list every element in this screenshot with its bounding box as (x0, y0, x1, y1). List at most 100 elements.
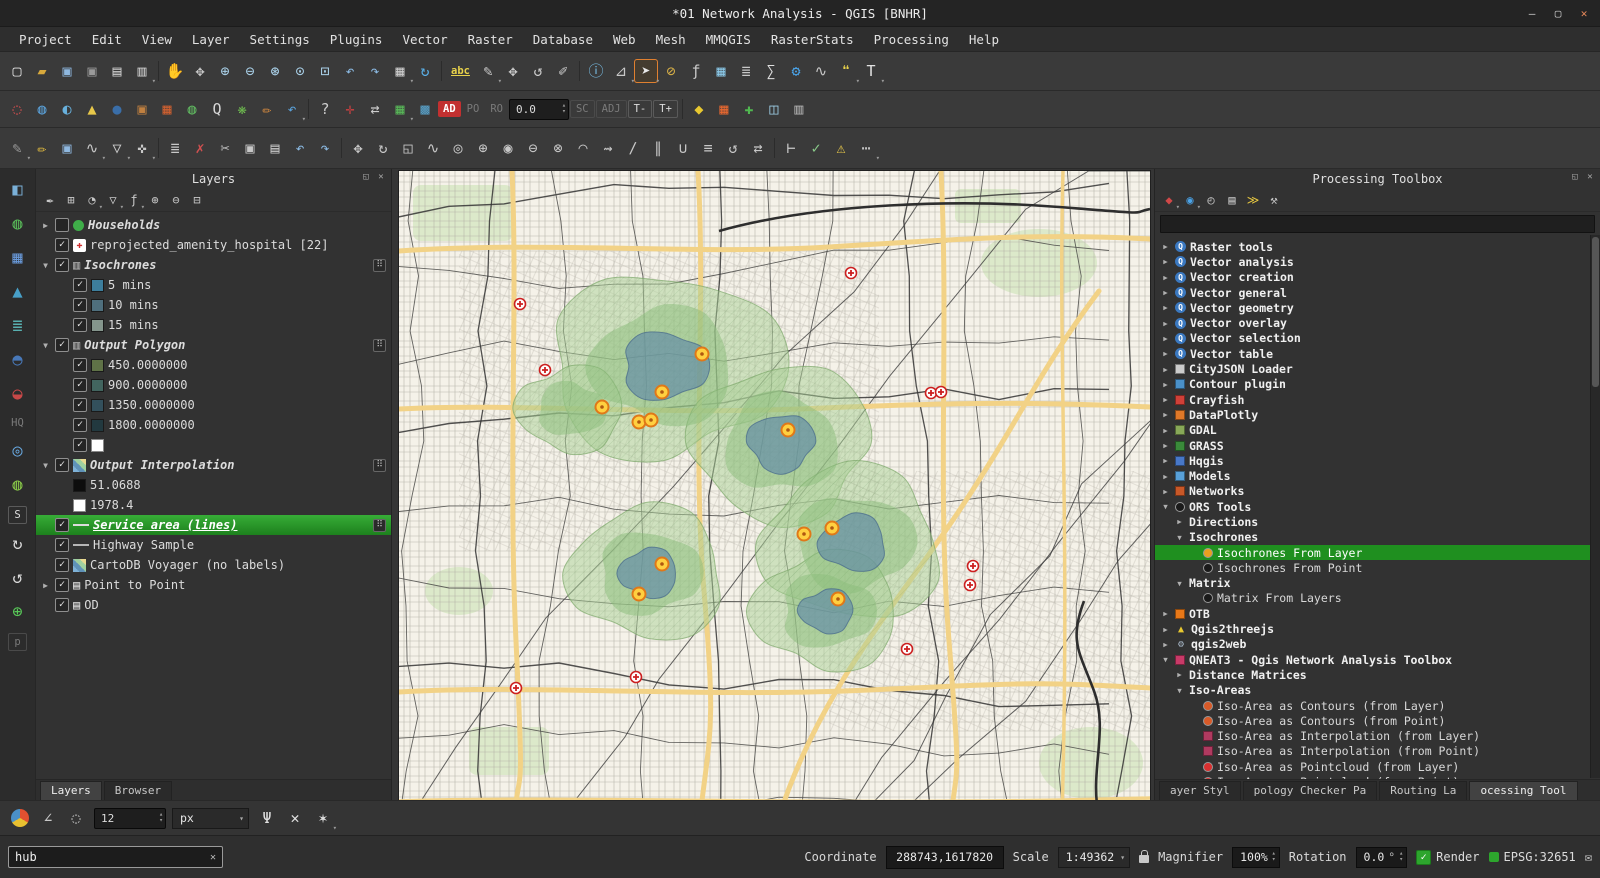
layer-visibility-checkbox[interactable]: ✓ (55, 338, 69, 352)
undo-action[interactable]: ↶ (280, 97, 304, 121)
layer-item-10-mins[interactable]: ✓10 mins (36, 295, 391, 315)
sampling-tool[interactable]: S (8, 506, 26, 524)
menu-web[interactable]: Web (604, 30, 645, 49)
add-point-feature[interactable]: ⊕ (4, 599, 31, 626)
layer-visibility-checkbox[interactable]: ✓ (55, 538, 69, 552)
expand-arrow-icon[interactable]: ▶ (1160, 472, 1171, 481)
layer-visibility-checkbox[interactable]: ✓ (73, 378, 87, 392)
copy-features[interactable]: ▣ (238, 136, 262, 160)
layer-item-isochrones[interactable]: ▼✓▥Isochrones⠿ (36, 255, 391, 275)
toolbox-group-directions[interactable]: ▶Directions (1155, 514, 1600, 529)
topology-checker[interactable]: ✓ (804, 136, 828, 160)
algorithm-iso-area-as-pointcloud-from-layer[interactable]: Iso-Area as Pointcloud (from Layer) (1155, 759, 1600, 774)
expand-arrow-icon[interactable]: ▼ (40, 341, 51, 350)
toolbox-group-otb[interactable]: ▶OTB (1155, 606, 1600, 621)
select-by-expression[interactable]: ƒ (684, 59, 708, 83)
dock-tab-ocessing-tool[interactable]: ocessing Tool (1469, 781, 1577, 800)
layer-visibility-checkbox[interactable]: ✓ (73, 398, 87, 412)
toolbox-scripts[interactable]: ◉ (1181, 191, 1199, 209)
expand-arrow-icon[interactable]: ▶ (1160, 365, 1171, 374)
toolbox-group-qgis2threejs[interactable]: ▶▲Qgis2threejs (1155, 621, 1600, 636)
panel-close-icon[interactable]: ✕ (374, 172, 388, 182)
expand-arrow-icon[interactable]: ▶ (40, 581, 51, 590)
expand-arrow-icon[interactable]: ▶ (1174, 670, 1185, 679)
plugin-manager[interactable]: ▣ (130, 97, 154, 121)
menu-mesh[interactable]: Mesh (647, 30, 695, 49)
toolbox-group-cityjson-loader[interactable]: ▶CityJSON Loader (1155, 361, 1600, 376)
quickmap-services[interactable]: ● (105, 97, 129, 121)
remove-layer[interactable]: ⊟ (188, 191, 206, 209)
modify-attributes[interactable]: ≣ (163, 136, 187, 160)
new-print-layout[interactable]: ▤ (105, 59, 129, 83)
identify-features[interactable]: ⓘ (584, 59, 608, 83)
layer-item-output-polygon[interactable]: ▼✓▥Output Polygon⠿ (36, 335, 391, 355)
zoom-full[interactable]: ⊛ (263, 59, 287, 83)
magnifier-lock-icon[interactable] (1139, 855, 1149, 863)
toolbox-models[interactable]: ◆ (1160, 191, 1178, 209)
toolbox-history[interactable]: ◴ (1202, 191, 1220, 209)
menu-database[interactable]: Database (524, 30, 602, 49)
toolbox-group-isochrones[interactable]: ▼Isochrones (1155, 530, 1600, 545)
minimize-button[interactable]: – (1522, 4, 1542, 22)
open-layer-styling[interactable]: ✒ (41, 191, 59, 209)
expand-arrow-icon[interactable]: ▶ (1160, 395, 1171, 404)
delete-selected[interactable]: ✗ (188, 136, 212, 160)
layer-item-5-mins[interactable]: ✓5 mins (36, 275, 391, 295)
locator-clear-icon[interactable]: ✕ (208, 852, 218, 863)
help-contents[interactable]: ? (313, 97, 337, 121)
menu-vector[interactable]: Vector (393, 30, 456, 49)
label-pin[interactable]: ✎ (476, 59, 500, 83)
menu-project[interactable]: Project (10, 30, 81, 49)
locator-input[interactable] (13, 849, 208, 865)
panel-close-icon[interactable]: ✕ (1583, 172, 1597, 182)
azimuth-distance[interactable]: ⇄ (363, 97, 387, 121)
measure-line[interactable]: ⊿ (609, 59, 633, 83)
panel-float-icon[interactable]: ◱ (359, 172, 373, 182)
show-layout-manager[interactable]: ▥ (130, 59, 154, 83)
toolbox-options[interactable]: ⚒ (1265, 191, 1283, 209)
expand-arrow-icon[interactable]: ▼ (40, 261, 51, 270)
new-annotation[interactable]: ❝ (834, 59, 858, 83)
layer-item-1350-0000000[interactable]: ✓1350.0000000 (36, 395, 391, 415)
toolbox-group-raster-tools[interactable]: ▶QRaster tools (1155, 239, 1600, 254)
expand-arrow-icon[interactable]: ▶ (1160, 487, 1171, 496)
zoom-last[interactable]: ↶ (338, 59, 362, 83)
unit-select[interactable]: px ▾ (172, 808, 249, 829)
spinner-arrows[interactable]: ▴▾ (159, 812, 163, 824)
save-project[interactable]: ▣ (55, 59, 79, 83)
cross-marker[interactable]: ✕ (283, 806, 307, 830)
layer-visibility-checkbox[interactable]: ✓ (73, 418, 87, 432)
toolbox-group-vector-table[interactable]: ▶QVector table (1155, 346, 1600, 361)
more-digitizing-tools[interactable]: ⋯ (854, 136, 878, 160)
toolbox-group-hqgis[interactable]: ▶Hqgis (1155, 453, 1600, 468)
layer-visibility-checkbox[interactable]: ✓ (55, 518, 69, 532)
offset-point-symbol[interactable]: ⇄ (746, 136, 770, 160)
quickosm-plugin[interactable]: ◍ (4, 472, 31, 499)
expand-arrow-icon[interactable]: ▼ (1160, 502, 1171, 511)
open-attribute-table[interactable]: ▦ (709, 59, 733, 83)
trim-extend-feature[interactable]: ⊢ (779, 136, 803, 160)
add-layer-shortcut[interactable]: ✚ (737, 97, 761, 121)
toolbox-group-vector-selection[interactable]: ▶QVector selection (1155, 331, 1600, 346)
layer-visibility-checkbox[interactable]: ✓ (73, 438, 87, 452)
expand-arrow-icon[interactable]: ▶ (1160, 456, 1171, 465)
pan-map[interactable]: ✋ (163, 59, 187, 83)
statistical-summary[interactable]: ∑ (759, 59, 783, 83)
attribute-grid[interactable]: ▦ (155, 97, 179, 121)
menu-view[interactable]: View (133, 30, 181, 49)
messages-icon[interactable]: ✉ (1585, 850, 1592, 864)
toolbox-group-matrix[interactable]: ▼Matrix (1155, 576, 1600, 591)
web-services[interactable]: ◐ (55, 97, 79, 121)
data-source-manager[interactable]: ◧ (4, 177, 31, 204)
add-ring[interactable]: ◎ (446, 136, 470, 160)
filter-by-expression[interactable]: ƒ (125, 191, 143, 209)
magnifier-spinner[interactable]: 100% ▴▾ (1232, 847, 1280, 868)
zoom-to-selection[interactable]: ⊙ (288, 59, 312, 83)
field-calculator[interactable]: ≣ (734, 59, 758, 83)
marker-size-spinner[interactable]: 12 ▴▾ (94, 808, 166, 829)
gradient-tool[interactable]: ▥ (787, 97, 811, 121)
algorithm-iso-area-as-interpolation-from-layer[interactable]: Iso-Area as Interpolation (from Layer) (1155, 729, 1600, 744)
layer-visibility-checkbox[interactable]: ✓ (55, 238, 69, 252)
algorithm-iso-area-as-interpolation-from-point[interactable]: Iso-Area as Interpolation (from Point) (1155, 744, 1600, 759)
layer-visibility-checkbox[interactable] (55, 218, 69, 232)
